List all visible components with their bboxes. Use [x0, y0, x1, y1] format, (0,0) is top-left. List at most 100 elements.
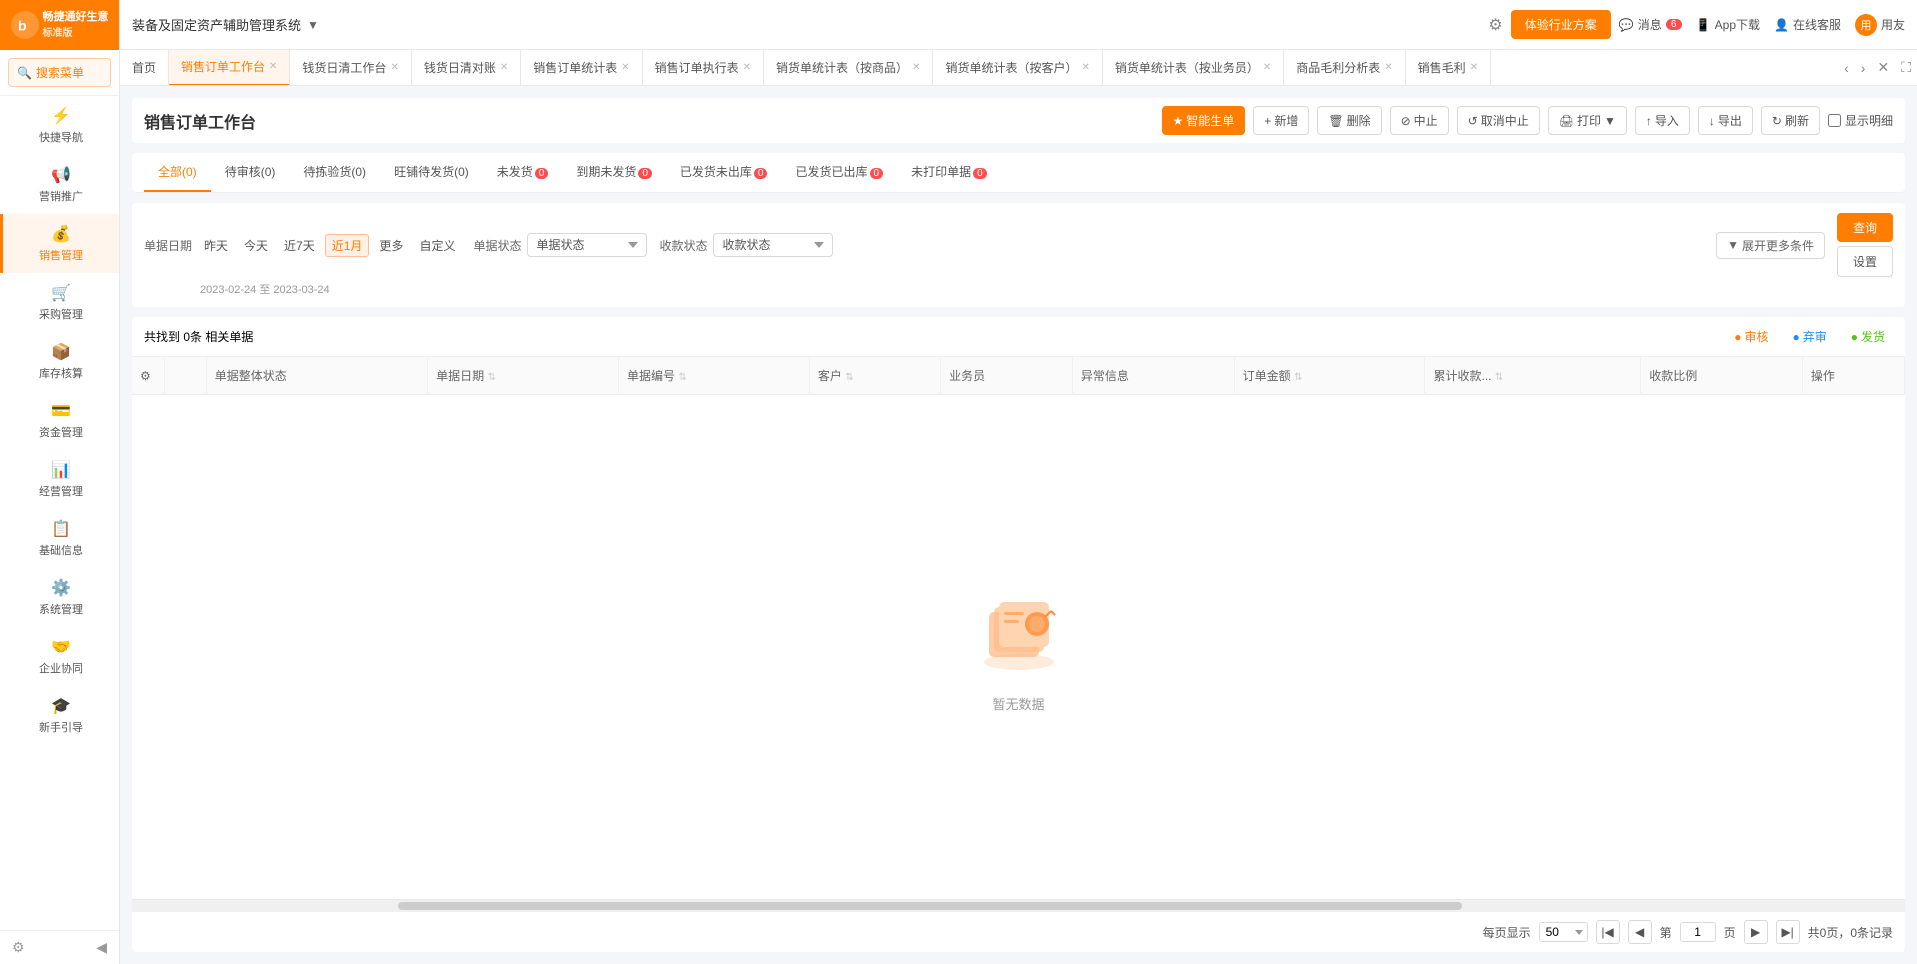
col-header-doc-no[interactable]: 单据编号 ⇅	[619, 357, 810, 395]
smart-generate-button[interactable]: ★ 智能生单	[1162, 106, 1246, 135]
sidebar-item-marketing[interactable]: 📢营销推广	[0, 155, 119, 214]
industry-solution-button[interactable]: 体验行业方案	[1511, 10, 1611, 39]
revoke-button[interactable]: ● 弃审	[1784, 325, 1834, 348]
tab-sales-stats-product[interactable]: 销货单统计表（按商品）✕	[764, 50, 933, 86]
import-button[interactable]: ↑ 导入	[1635, 106, 1690, 135]
tab-cash-goods[interactable]: 钱货日清对账✕	[412, 50, 521, 86]
refresh-button[interactable]: ↻ 刷新	[1761, 106, 1820, 135]
sidebar-item-guide[interactable]: 🎓新手引导	[0, 686, 119, 745]
date-opt-近1月[interactable]: 近1月	[325, 234, 370, 257]
table-toolbar: 共找到 0条 相关单据 ● 审核 ● 弃审 ● 发货	[132, 317, 1905, 357]
sub-tab-pending-inspect[interactable]: 待拣验货(0)	[289, 153, 380, 192]
col-header-customer[interactable]: 客户 ⇅	[809, 357, 940, 395]
export-button[interactable]: ↓ 导出	[1698, 106, 1753, 135]
tab-sales-stats-customer[interactable]: 销货单统计表（按客户）✕	[933, 50, 1102, 86]
sub-tab-overdue-not-shipped[interactable]: 到期未发货0	[562, 153, 666, 192]
sub-tab-badge-shipped-not-out: 0	[754, 168, 768, 179]
marketing-label: 营销推广	[39, 188, 83, 204]
query-button[interactable]: 查询	[1837, 213, 1893, 242]
tab-sales-order-stats[interactable]: 销售订单统计表✕	[521, 50, 642, 86]
sub-tab-not-shipped[interactable]: 未发货0	[483, 153, 563, 192]
col-header-doc-date[interactable]: 单据日期 ⇅	[428, 357, 619, 395]
sidebar-item-basic-info[interactable]: 📋基础信息	[0, 509, 119, 568]
tab-close-sales-order-workspace[interactable]: ✕	[269, 61, 277, 72]
sales-label: 销售管理	[39, 247, 83, 263]
col-header-checkbox	[164, 357, 206, 395]
expand-filter-button[interactable]: ▼ 展开更多条件	[1716, 232, 1825, 259]
collapse-sidebar-icon[interactable]: ◀	[96, 939, 107, 956]
topbar-user[interactable]: 用 用友	[1855, 14, 1905, 36]
horizontal-scrollbar[interactable]	[132, 899, 1905, 911]
tab-sales-stats-salesperson[interactable]: 销货单统计表（按业务员）✕	[1103, 50, 1284, 86]
prev-page-button[interactable]: ◀	[1628, 920, 1652, 944]
tab-close-sales-stats-product[interactable]: ✕	[912, 62, 920, 73]
sidebar-item-quick-nav[interactable]: ⚡快捷导航	[0, 96, 119, 155]
date-opt-今天[interactable]: 今天	[238, 235, 274, 256]
topbar-online-service[interactable]: 👤 在线客服	[1774, 16, 1841, 33]
status-select[interactable]: 单据状态	[527, 233, 647, 257]
sub-tab-wangpu-pending[interactable]: 旺铺待发货(0)	[380, 153, 483, 192]
sidebar-item-sales[interactable]: 💰销售管理	[0, 214, 119, 273]
ship-button[interactable]: ● 发货	[1843, 325, 1893, 348]
sub-tab-shipped-not-out[interactable]: 已发货未出库0	[666, 153, 782, 192]
date-opt-近7天[interactable]: 近7天	[278, 235, 321, 256]
col-header-accumulated-receipt[interactable]: 累计收款... ⇅	[1425, 357, 1641, 395]
date-opt-自定义[interactable]: 自定义	[413, 235, 461, 256]
settings-bottom-icon[interactable]: ⚙	[12, 939, 25, 956]
sidebar-item-cooperation[interactable]: 🤝企业协同	[0, 627, 119, 686]
search-menu-button[interactable]: 🔍 搜索菜单	[8, 58, 111, 87]
show-detail-checkbox-label[interactable]: 显示明细	[1828, 112, 1893, 129]
sub-tab-not-printed[interactable]: 未打印单据0	[897, 153, 1001, 192]
sidebar-item-operations[interactable]: 📊经营管理	[0, 450, 119, 509]
topbar-app-download[interactable]: 📱 App下载	[1696, 16, 1760, 33]
topbar-gear-icon[interactable]: ⚙	[1488, 15, 1502, 35]
next-page-button[interactable]: ▶	[1744, 920, 1768, 944]
tab-close-goods-margin[interactable]: ✕	[1384, 62, 1392, 73]
date-opt-更多[interactable]: 更多	[373, 235, 409, 256]
tab-close-sales-stats-salesperson[interactable]: ✕	[1263, 62, 1271, 73]
tab-close-sales-order-stats[interactable]: ✕	[621, 62, 629, 73]
page-number-input[interactable]	[1680, 922, 1716, 942]
sub-tab-pending-review[interactable]: 待审核(0)	[211, 153, 290, 192]
tab-home[interactable]: 首页	[120, 50, 169, 86]
plus-icon: +	[1264, 114, 1271, 128]
tabs-maximize-button[interactable]: ⛶	[1895, 50, 1917, 86]
cancel-suspend-button[interactable]: ↺ 取消中止	[1457, 106, 1540, 135]
tab-close-daily-cash[interactable]: ✕	[390, 62, 398, 73]
topbar-dropdown-button[interactable]: ▼	[307, 18, 319, 32]
sidebar-item-system[interactable]: ⚙️系统管理	[0, 568, 119, 627]
set-button[interactable]: 设置	[1837, 246, 1893, 277]
print-button[interactable]: 🖨 打印 ▼	[1548, 106, 1627, 135]
sidebar-item-purchase[interactable]: 🛒采购管理	[0, 273, 119, 332]
delete-button[interactable]: 🗑 删除	[1317, 106, 1381, 135]
show-detail-checkbox[interactable]	[1828, 114, 1841, 127]
sidebar-item-inventory[interactable]: 📦库存核算	[0, 332, 119, 391]
first-page-button[interactable]: |◀	[1596, 920, 1620, 944]
tab-daily-cash[interactable]: 钱货日清工作台✕	[290, 50, 411, 86]
page-size-select[interactable]: 102050100	[1539, 922, 1588, 942]
payment-select[interactable]: 收款状态	[713, 233, 833, 257]
topbar-message[interactable]: 💬 消息 6	[1619, 16, 1682, 33]
tab-close-sales-stats-customer[interactable]: ✕	[1081, 62, 1089, 73]
suspend-button[interactable]: ⊘ 中止	[1390, 106, 1449, 135]
add-button[interactable]: + 新增	[1253, 106, 1309, 135]
tab-close-sales-order-exec[interactable]: ✕	[743, 62, 751, 73]
tab-sales-gross[interactable]: 销售毛利✕	[1406, 50, 1491, 86]
tabs-nav-next-button[interactable]: ›	[1855, 50, 1872, 86]
tab-close-cash-goods[interactable]: ✕	[500, 62, 508, 73]
scrollbar-thumb[interactable]	[398, 902, 1462, 910]
tabs-nav-prev-button[interactable]: ‹	[1838, 50, 1855, 86]
sidebar-item-finance[interactable]: 💳资金管理	[0, 391, 119, 450]
tab-sales-order-exec[interactable]: 销售订单执行表✕	[643, 50, 764, 86]
last-page-button[interactable]: ▶|	[1776, 920, 1800, 944]
col-header-receipt-ratio: 收款比例	[1641, 357, 1803, 395]
tab-close-sales-gross[interactable]: ✕	[1470, 62, 1478, 73]
tabs-close-all-button[interactable]: ✕	[1871, 50, 1895, 86]
col-header-order-amount[interactable]: 订单金额 ⇅	[1234, 357, 1425, 395]
sub-tab-shipped-out[interactable]: 已发货已出库0	[781, 153, 897, 192]
tab-sales-order-workspace[interactable]: 销售订单工作台✕	[169, 50, 290, 86]
date-opt-昨天[interactable]: 昨天	[198, 235, 234, 256]
tab-goods-margin[interactable]: 商品毛利分析表✕	[1284, 50, 1405, 86]
review-button[interactable]: ● 审核	[1726, 325, 1776, 348]
sub-tab-all[interactable]: 全部(0)	[144, 153, 211, 192]
